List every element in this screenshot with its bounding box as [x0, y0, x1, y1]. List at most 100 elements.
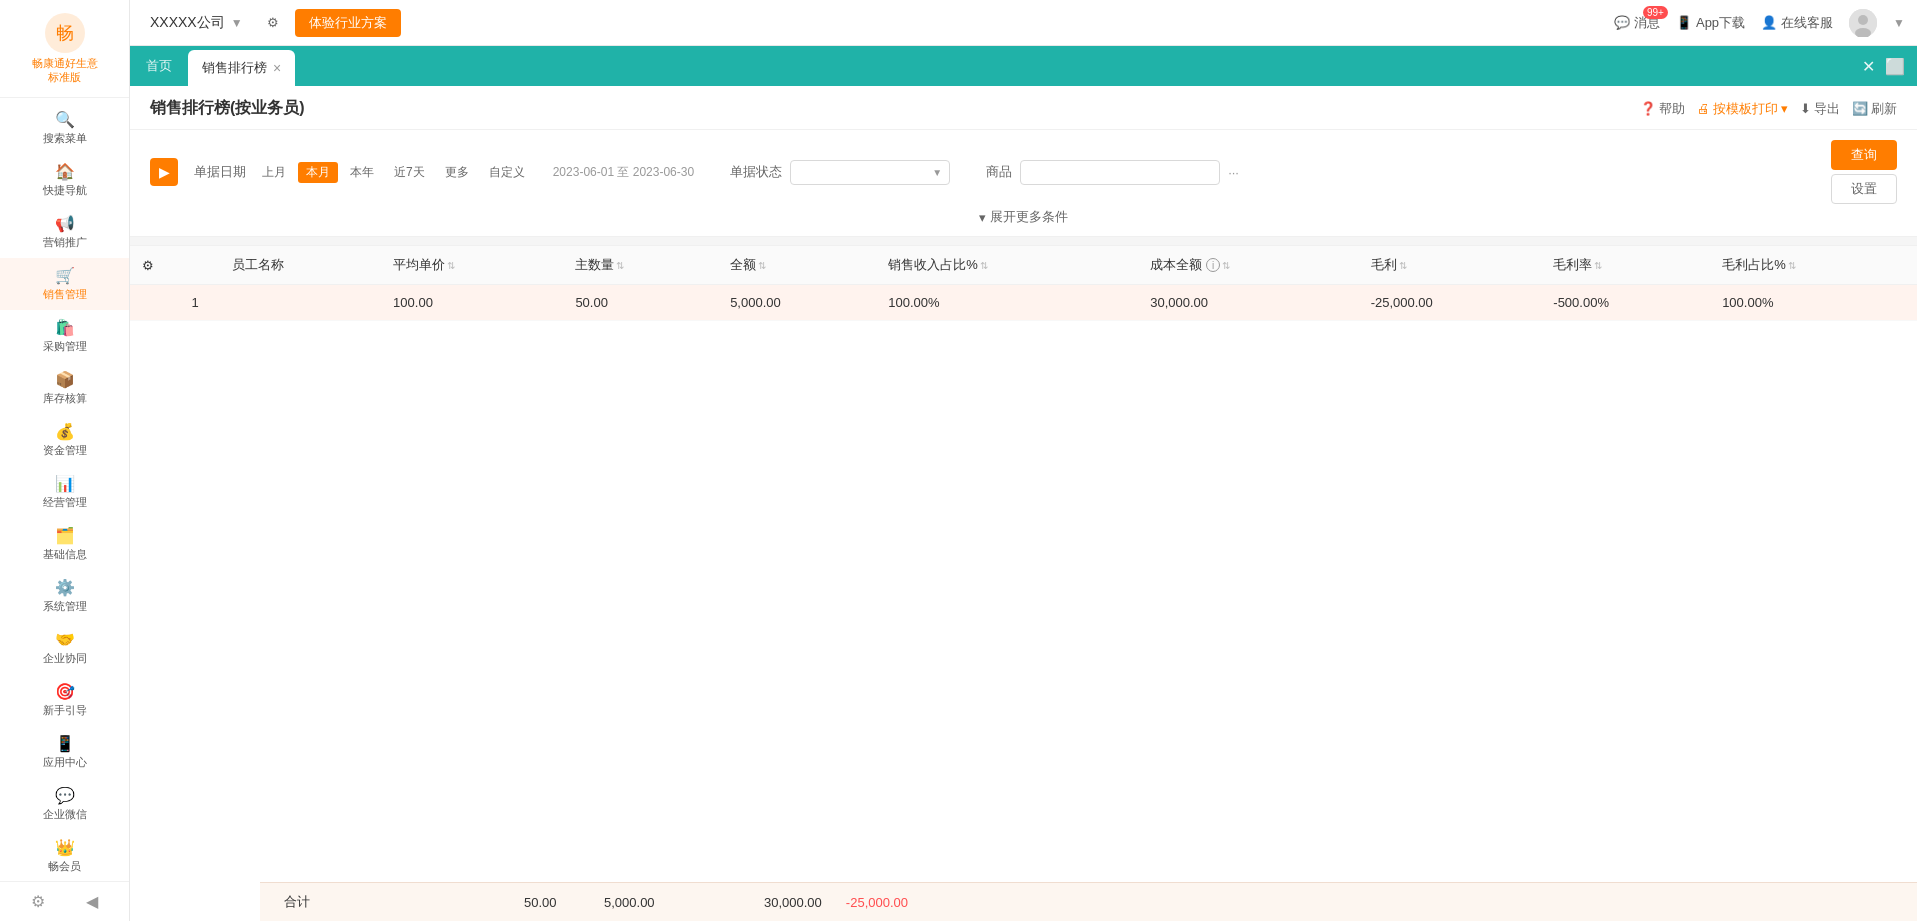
- page-body: 销售排行榜(按业务员) ❓ 帮助 🖨 按模板打印 ▾ ⬇ 导出 🔄 刷新: [130, 86, 1917, 921]
- export-link[interactable]: ⬇ 导出: [1800, 100, 1840, 118]
- wechat-icon: 💬: [55, 786, 75, 805]
- expand-conditions-btn[interactable]: ▾ 展开更多条件: [979, 208, 1068, 226]
- sidebar-item-apps[interactable]: 📱 应用中心: [0, 726, 129, 778]
- app-download-action[interactable]: 📱 App下载: [1676, 14, 1745, 32]
- online-service-action[interactable]: 👤 在线客服: [1761, 14, 1833, 32]
- row-profit: -25,000.00: [1359, 285, 1542, 321]
- tab-close-icon[interactable]: ×: [273, 60, 281, 76]
- sidebar-item-finance[interactable]: 💰 资金管理: [0, 414, 129, 466]
- collapse-icon[interactable]: ◀: [86, 892, 98, 911]
- refresh-link[interactable]: 🔄 刷新: [1852, 100, 1897, 118]
- th-profit-rate: 毛利率 ⇅: [1541, 246, 1710, 285]
- company-dropdown-arrow: ▼: [231, 16, 243, 30]
- print-link[interactable]: 🖨 按模板打印 ▾: [1697, 100, 1788, 118]
- tab-close-window-icon[interactable]: ✕: [1862, 57, 1875, 76]
- user-name: ▼: [1893, 16, 1905, 30]
- sales-pct-sort-icon[interactable]: ⇅: [980, 260, 988, 271]
- logo-icon: 畅: [44, 12, 86, 54]
- profit-rate-sort-icon[interactable]: ⇅: [1594, 260, 1602, 271]
- query-button[interactable]: 查询: [1831, 140, 1897, 170]
- settings-button[interactable]: 设置: [1831, 174, 1897, 204]
- page-header: 销售排行榜(按业务员) ❓ 帮助 🖨 按模板打印 ▾ ⬇ 导出 🔄 刷新: [130, 86, 1917, 130]
- sidebar-item-wechat[interactable]: 💬 企业微信: [0, 778, 129, 830]
- row-profit-pct: 100.00%: [1710, 285, 1917, 321]
- trial-button[interactable]: 体验行业方案: [295, 9, 401, 37]
- profit-pct-sort-icon[interactable]: ⇅: [1788, 260, 1796, 271]
- cost-sort-icon[interactable]: ⇅: [1222, 260, 1230, 271]
- sidebar-item-inventory[interactable]: 📦 库存核算: [0, 362, 129, 414]
- sidebar-item-vip[interactable]: 👑 畅会员: [0, 830, 129, 881]
- th-rank: [170, 246, 220, 285]
- marketing-icon: 📢: [55, 214, 75, 233]
- th-avg-price: 平均单价 ⇅: [381, 246, 563, 285]
- sidebar-item-sales[interactable]: 🛒 销售管理: [0, 258, 129, 310]
- sidebar-item-purchase[interactable]: 🛍️ 采购管理: [0, 310, 129, 362]
- th-cost: 成本全额 i ⇅: [1138, 246, 1358, 285]
- date-tab-更多[interactable]: 更多: [437, 162, 477, 183]
- print-arrow-icon: ▾: [1781, 101, 1788, 116]
- sidebar-item-system[interactable]: ⚙️ 系统管理: [0, 570, 129, 622]
- footer-quantity: 50.00: [512, 895, 592, 910]
- row-avg-price: 100.00: [381, 285, 563, 321]
- expand-section: ▾ 展开更多条件: [130, 208, 1917, 237]
- avg-price-sort-icon[interactable]: ⇅: [447, 260, 455, 271]
- goods-filter-label: 商品: [986, 163, 1012, 181]
- page-title: 销售排行榜(按业务员): [150, 98, 305, 119]
- system-icon: ⚙️: [55, 578, 75, 597]
- status-filter-label: 单据状态: [730, 163, 782, 181]
- sidebar-logo: 畅 畅康通好生意 标准版: [0, 0, 129, 98]
- sidebar-item-guide[interactable]: 🎯 新手引导: [0, 674, 129, 726]
- tab-maximize-icon[interactable]: ⬜: [1885, 57, 1905, 76]
- sidebar-item-nav[interactable]: 🏠 快捷导航: [0, 154, 129, 206]
- app-icon: 📱: [1676, 15, 1692, 30]
- sidebar-nav: 🔍 搜索菜单 🏠 快捷导航 📢 营销推广 🛒 销售管理 🛍️ 采购管理 📦 库存…: [0, 98, 129, 881]
- service-icon: 👤: [1761, 15, 1777, 30]
- row-settings-cell: [130, 285, 170, 321]
- header-settings-icon[interactable]: ⚙: [259, 9, 287, 37]
- main-area: XXXXX公司 ▼ ⚙ 体验行业方案 💬 消息 99+ 📱 App下载 👤 在线…: [130, 0, 1917, 921]
- sidebar-item-collab[interactable]: 🤝 企业协同: [0, 622, 129, 674]
- status-select-wrapper: ▼: [790, 160, 950, 185]
- message-badge: 99+: [1643, 6, 1668, 19]
- message-action[interactable]: 💬 消息 99+: [1614, 14, 1660, 32]
- profit-sort-icon[interactable]: ⇅: [1399, 260, 1407, 271]
- status-select[interactable]: [790, 160, 950, 185]
- date-tab-本月[interactable]: 本月: [298, 162, 338, 183]
- goods-input[interactable]: [1020, 160, 1220, 185]
- th-profit: 毛利 ⇅: [1359, 246, 1542, 285]
- th-settings[interactable]: ⚙: [130, 246, 170, 285]
- tab-home[interactable]: 首页: [130, 46, 188, 86]
- sidebar-item-search[interactable]: 🔍 搜索菜单: [0, 102, 129, 154]
- filter-section: ▶ 单据日期 上月本月本年近7天更多自定义 2023-06-01 至 2023-…: [130, 130, 1917, 208]
- sidebar: 畅 畅康通好生意 标准版 🔍 搜索菜单 🏠 快捷导航 📢 营销推广 🛒 销售管理…: [0, 0, 130, 921]
- th-amount: 全额 ⇅: [718, 246, 876, 285]
- row-sales-pct: 100.00%: [876, 285, 1138, 321]
- company-selector[interactable]: XXXXX公司 ▼: [142, 10, 251, 36]
- basic-icon: 🗂️: [55, 526, 75, 545]
- sidebar-item-basic[interactable]: 🗂️ 基础信息: [0, 518, 129, 570]
- filter-expand-icon[interactable]: ▶: [150, 158, 178, 186]
- date-tab-自定义[interactable]: 自定义: [481, 162, 533, 183]
- footer-values: 50.00 5,000.00 30,000.00 -25,000.00: [512, 895, 1905, 910]
- tab-sales-ranking[interactable]: 销售排行榜 ×: [188, 50, 295, 86]
- avatar-image: [1849, 9, 1877, 37]
- sidebar-item-marketing[interactable]: 📢 营销推广: [0, 206, 129, 258]
- quantity-sort-icon[interactable]: ⇅: [616, 260, 624, 271]
- date-tab-本年[interactable]: 本年: [342, 162, 382, 183]
- tab-bar: 首页 销售排行榜 × ✕ ⬜: [130, 46, 1917, 86]
- help-link[interactable]: ❓ 帮助: [1640, 100, 1685, 118]
- user-avatar[interactable]: [1849, 9, 1877, 37]
- help-icon: ❓: [1640, 101, 1656, 116]
- sidebar-item-operations[interactable]: 📊 经营管理: [0, 466, 129, 518]
- tab-bar-right: ✕ ⬜: [1862, 46, 1917, 86]
- amount-sort-icon[interactable]: ⇅: [758, 260, 766, 271]
- settings-bottom-icon[interactable]: ⚙: [31, 892, 45, 911]
- footer-amount: 5,000.00: [592, 895, 672, 910]
- goods-more-icon[interactable]: ···: [1228, 165, 1239, 180]
- date-tab-近7天[interactable]: 近7天: [386, 162, 433, 183]
- th-employee: 员工名称: [220, 246, 381, 285]
- sidebar-bottom: ⚙ ◀: [0, 881, 129, 921]
- cost-info-icon[interactable]: i: [1206, 258, 1220, 272]
- date-tab-上月[interactable]: 上月: [254, 162, 294, 183]
- print-icon: 🖨: [1697, 101, 1710, 116]
